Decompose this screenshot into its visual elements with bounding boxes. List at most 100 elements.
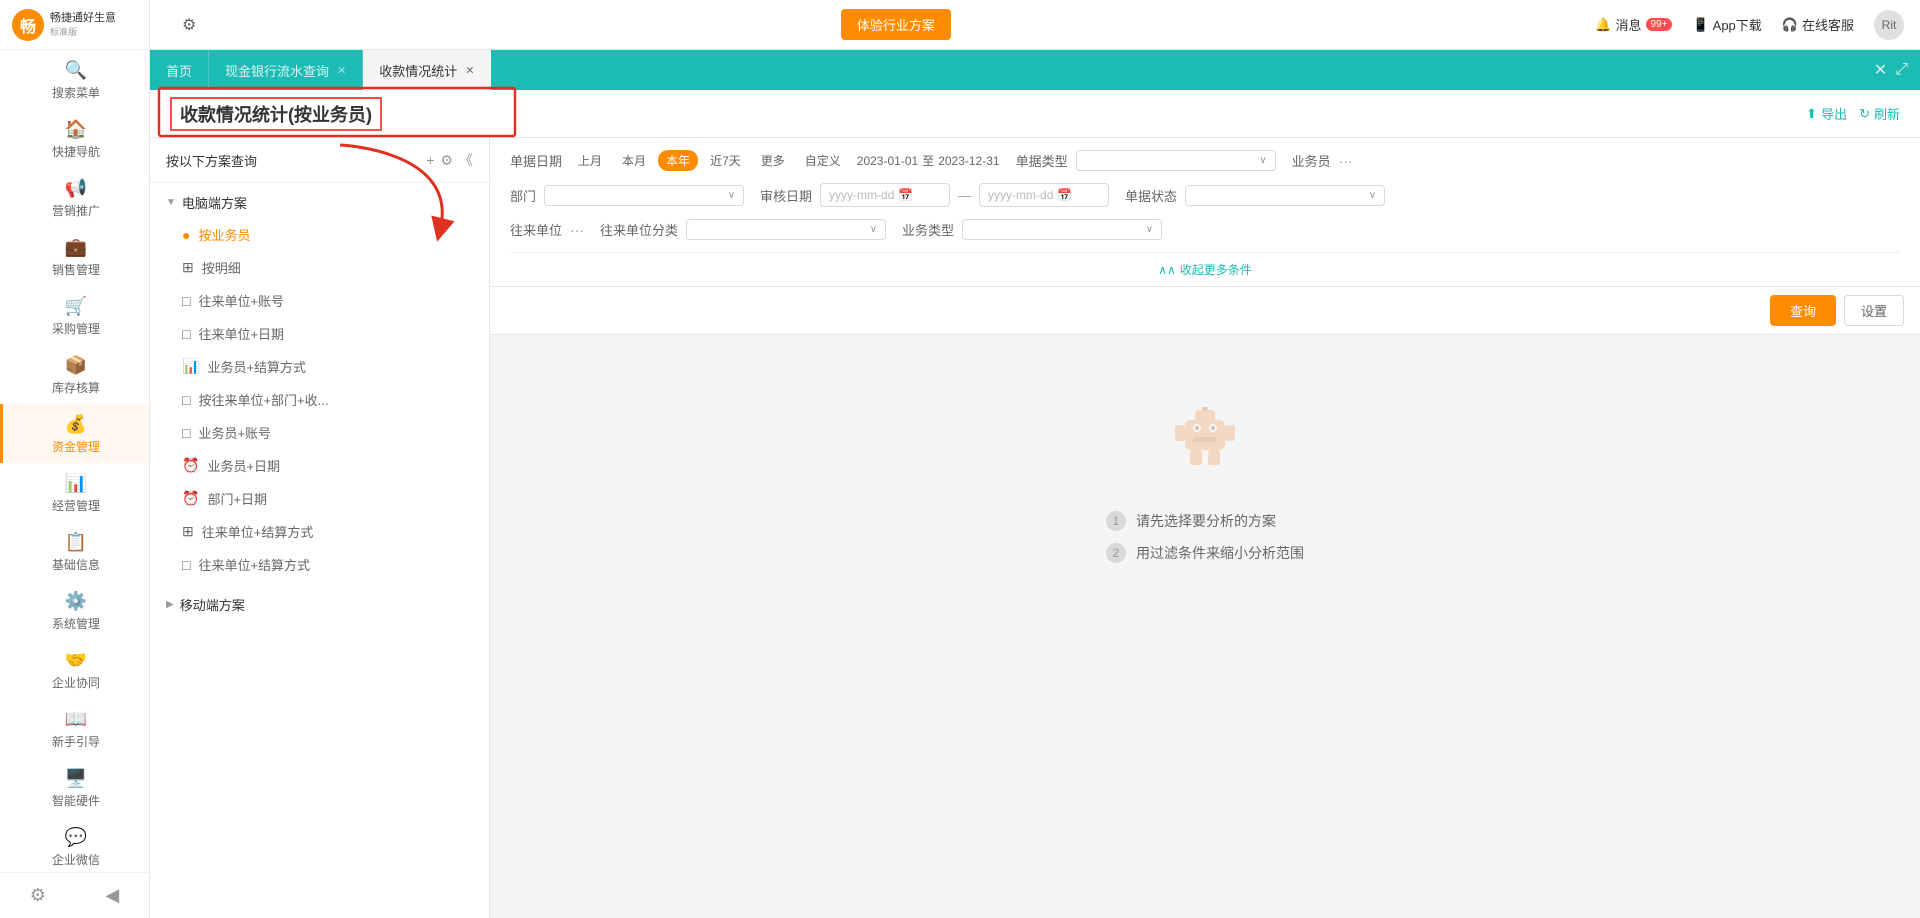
scheme-item-partner-date[interactable]: □ 往来单位+日期 (150, 317, 489, 350)
topbar-settings-icon[interactable]: ⚙ (182, 15, 196, 35)
sidebar-settings-btn[interactable]: ⚙ (30, 885, 46, 906)
dept-select-arrow: ∨ (728, 190, 735, 201)
content-area: 按以下方案查询 + ⚙ 《 ▼ 电脑端方案 ● 按业务员 ⊞ (150, 138, 1920, 918)
filter-item-partner-category: 往来单位分类 ∨ (600, 219, 886, 240)
biz-type-select[interactable]: ∨ (962, 219, 1162, 240)
sidebar-item-operations[interactable]: 📊 经营管理 (0, 463, 149, 522)
doc-status-label: 单据状态 (1125, 186, 1177, 205)
headset-icon: 🎧 (1782, 17, 1798, 33)
dept-select[interactable]: ∨ (544, 185, 744, 206)
date-from: 2023-01-01 (857, 154, 918, 168)
partner-label: 往来单位 (510, 220, 562, 239)
collapse-filter-bar[interactable]: ∧∧ 收起更多条件 (510, 252, 1900, 286)
action-bar: 查询 设置 (490, 287, 1920, 335)
partner-category-select[interactable]: ∨ (686, 219, 886, 240)
tab-home[interactable]: 首页 (150, 50, 209, 90)
sidebar-item-wechat[interactable]: 💬 企业微信 (0, 817, 149, 872)
sidebar-item-search[interactable]: 🔍 搜索菜单 (0, 50, 149, 109)
tab-close-collection[interactable]: ✕ (465, 64, 474, 77)
marketing-icon: 📢 (65, 178, 87, 199)
scheme-group-desktop-header[interactable]: ▼ 电脑端方案 (150, 187, 489, 218)
calendar2-icon: 📅 (1057, 188, 1072, 202)
trial-btn[interactable]: 体验行业方案 (841, 9, 951, 40)
filter-area: 单据日期 上月 本月 本年 近7天 更多 自定义 2023-01-01 至 (490, 138, 1920, 287)
sidebar-item-quicknav[interactable]: 🏠 快捷导航 (0, 109, 149, 168)
sidebar-item-hardware[interactable]: 🖥️ 智能硬件 (0, 758, 149, 817)
sidebar-item-system[interactable]: ⚙️ 系统管理 (0, 581, 149, 640)
scheme-item-staff-settlement[interactable]: 📊 业务员+结算方式 (150, 350, 489, 383)
scheme-item-dept-date[interactable]: ⏰ 部门+日期 (150, 482, 489, 515)
tab-close-bank-flow[interactable]: ✕ (337, 64, 346, 77)
maximize-window-btn[interactable]: ⤢ (1895, 61, 1908, 79)
date-range-display: 2023-01-01 至 2023-12-31 (857, 152, 1000, 169)
sidebar-item-basic[interactable]: 📋 基础信息 (0, 522, 149, 581)
finance-icon: 💰 (65, 414, 87, 435)
scheme-item-by-staff[interactable]: ● 按业务员 (150, 218, 489, 251)
sidebar-item-inventory[interactable]: 📦 库存核算 (0, 345, 149, 404)
sidebar-item-finance[interactable]: 💰 资金管理 (0, 404, 149, 463)
sidebar-item-enterprise[interactable]: 🤝 企业协同 (0, 640, 149, 699)
doctype-label: 单据类型 (1016, 151, 1068, 170)
shortcut-more[interactable]: 更多 (753, 150, 793, 171)
online-service-item[interactable]: 🎧 在线客服 (1782, 15, 1854, 34)
review-date-to[interactable]: yyyy-mm-dd 📅 (979, 183, 1109, 207)
shortcut-this-year[interactable]: 本年 (658, 150, 698, 171)
scheme-item-partner-dept-collect[interactable]: □ 按往来单位+部门+收... (150, 383, 489, 416)
settings-btn[interactable]: 设置 (1844, 295, 1904, 326)
shortcut-custom[interactable]: 自定义 (797, 150, 849, 171)
staff-more-btn[interactable]: ··· (1339, 153, 1353, 169)
clock-icon: ⏰ (182, 457, 199, 474)
scheme-item-partner-account[interactable]: □ 往来单位+账号 (150, 284, 489, 317)
scheme-item-by-detail[interactable]: ⊞ 按明细 (150, 251, 489, 284)
sidebar-collapse-btn[interactable]: ◀ (105, 885, 119, 906)
add-scheme-btn[interactable]: + (426, 152, 434, 168)
partner-more-btn[interactable]: ··· (570, 222, 584, 238)
shortcut-last-month[interactable]: 上月 (570, 150, 610, 171)
panel-header: 按以下方案查询 + ⚙ 《 (150, 138, 489, 183)
filter-item-doc-status: 单据状态 ∨ (1125, 185, 1385, 206)
scheme-item-partner-settlement2[interactable]: □ 往来单位+结算方式 (150, 548, 489, 581)
step-text-1: 请先选择要分析的方案 (1136, 511, 1276, 531)
guide-icon: 📖 (65, 709, 87, 730)
doc-status-select[interactable]: ∨ (1185, 185, 1385, 206)
tab-collection[interactable]: 收款情况统计 ✕ (363, 50, 491, 90)
export-btn[interactable]: ⬆ 导出 (1806, 104, 1847, 123)
sidebar-item-guide[interactable]: 📖 新手引导 (0, 699, 149, 758)
shortcut-this-month[interactable]: 本月 (614, 150, 654, 171)
grid-icon: ⊞ (182, 259, 194, 276)
close-window-btn[interactable]: ✕ (1874, 60, 1887, 80)
user-avatar[interactable]: Rit (1874, 10, 1904, 40)
tab-bank-flow[interactable]: 现金银行流水查询 ✕ (209, 50, 363, 90)
left-panel: 按以下方案查询 + ⚙ 《 ▼ 电脑端方案 ● 按业务员 ⊞ (150, 138, 490, 918)
notifications-item[interactable]: 🔔 消息 99+ (1595, 15, 1672, 34)
inventory-icon: 📦 (65, 355, 87, 376)
topbar: ⚙ 体验行业方案 🔔 消息 99+ 📱 App下载 🎧 在线客服 Rit (150, 0, 1920, 50)
biz-type-label: 业务类型 (902, 220, 954, 239)
page-title: 收款情况统计(按业务员) (170, 97, 382, 131)
sidebar-item-sales[interactable]: 💼 销售管理 (0, 227, 149, 286)
scheme-item-staff-date[interactable]: ⏰ 业务员+日期 (150, 449, 489, 482)
panel-collapse-btn[interactable]: 《 (459, 150, 473, 170)
scheme-group-mobile: ▶ 移动端方案 (150, 585, 489, 624)
scheme-settings-btn[interactable]: ⚙ (440, 152, 453, 169)
basic-icon: 📋 (65, 532, 87, 553)
app-download-item[interactable]: 📱 App下载 (1692, 15, 1761, 34)
sidebar-item-purchase[interactable]: 🛒 采购管理 (0, 286, 149, 345)
notifications-label: 消息 (1615, 15, 1641, 34)
refresh-icon: ↻ (1859, 106, 1870, 122)
partner-category-label: 往来单位分类 (600, 220, 678, 239)
scheme-item-staff-account[interactable]: □ 业务员+账号 (150, 416, 489, 449)
sidebar-nav: 🔍 搜索菜单 🏠 快捷导航 📢 营销推广 💼 销售管理 🛒 采购管理 📦 库存核… (0, 50, 149, 872)
app-logo-text: 畅捷通好生意 标准版 (50, 11, 116, 38)
sidebar-item-marketing[interactable]: 📢 营销推广 (0, 168, 149, 227)
review-date-from[interactable]: yyyy-mm-dd 📅 (820, 183, 950, 207)
scheme-item-partner-settlement1[interactable]: ⊞ 往来单位+结算方式 (150, 515, 489, 548)
filter-item-partner: 往来单位 ··· (510, 220, 584, 239)
doctype-select[interactable]: ∨ (1076, 150, 1276, 171)
scheme-group-mobile-header[interactable]: ▶ 移动端方案 (150, 589, 489, 620)
sales-icon: 💼 (65, 237, 87, 258)
chevron-down-icon: ▼ (166, 197, 176, 208)
query-btn[interactable]: 查询 (1770, 295, 1836, 326)
refresh-btn[interactable]: ↻ 刷新 (1859, 104, 1900, 123)
shortcut-7days[interactable]: 近7天 (702, 150, 749, 171)
